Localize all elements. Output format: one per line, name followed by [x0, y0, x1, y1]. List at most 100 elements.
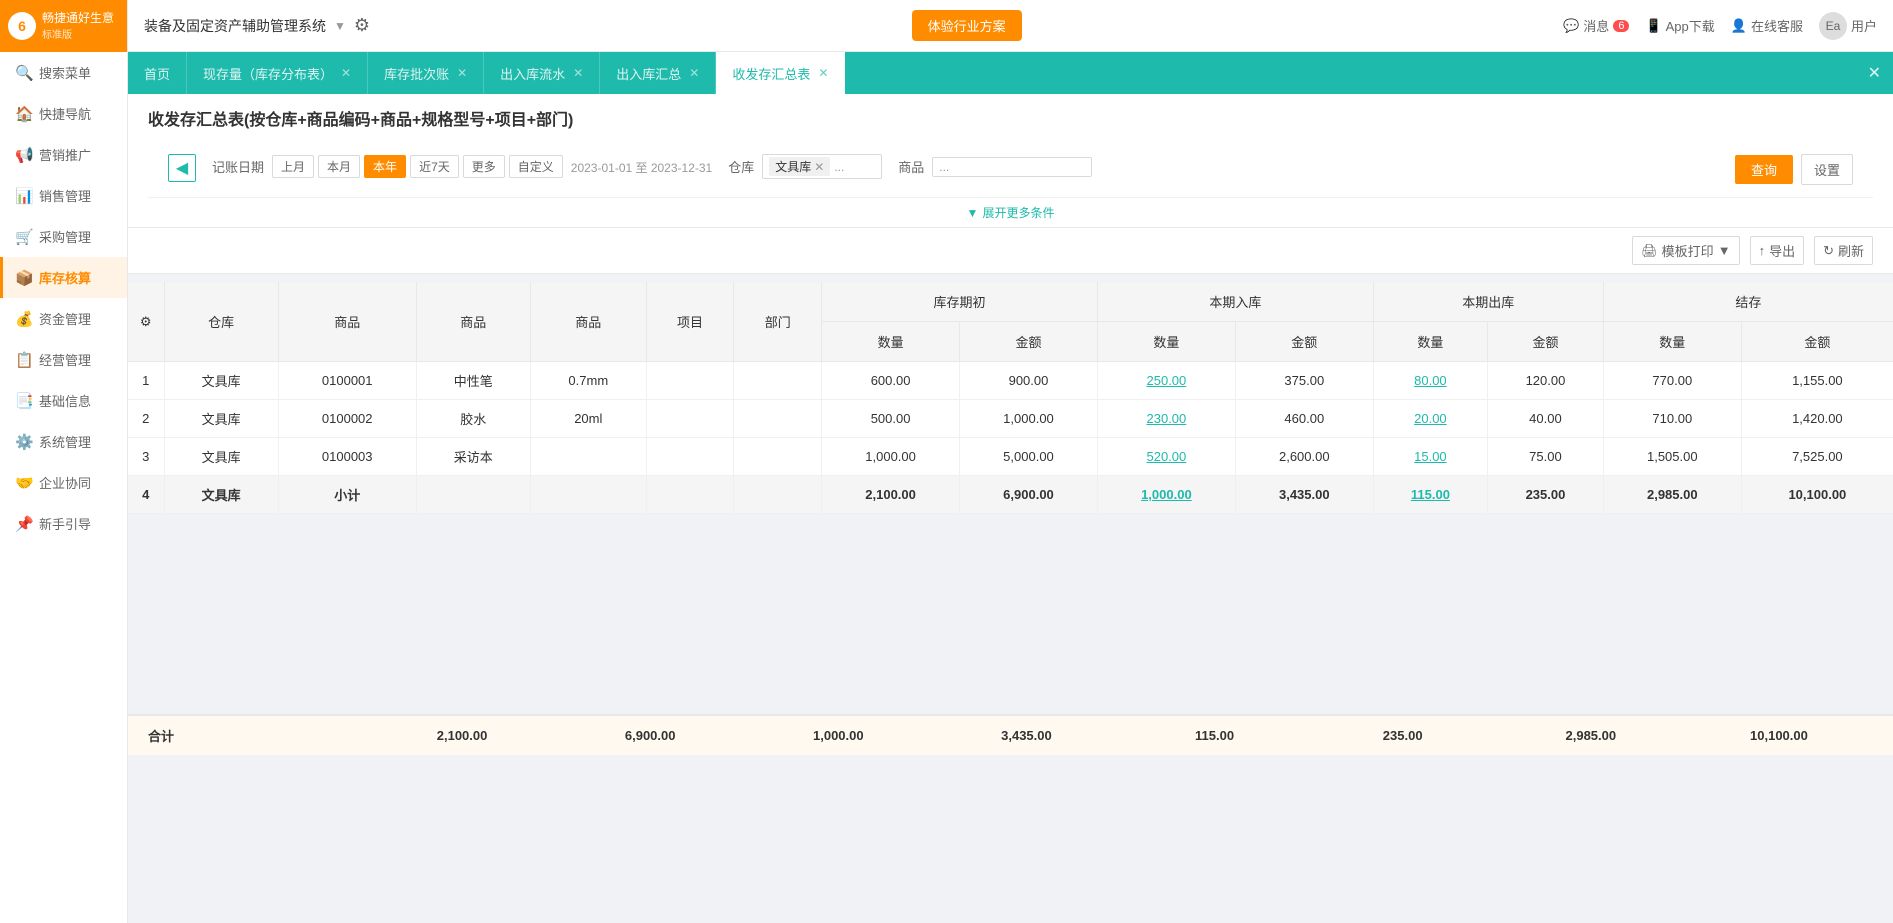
subtotal-empty-spec [416, 476, 530, 514]
sidebar: 6 畅捷通好生意 标准版 🔍 搜索菜单 🏠 快捷导航 📢 营销推广 📊 销售管理… [0, 0, 128, 923]
dropdown-arrow-icon[interactable]: ▼ [334, 19, 346, 33]
date-btn-this-month[interactable]: 本月 [318, 155, 360, 178]
sidebar-item-finance[interactable]: 💰 资金管理 [0, 298, 127, 339]
export-button[interactable]: ↑ 导出 [1750, 236, 1805, 265]
logo-icon: 6 [8, 12, 36, 40]
online-service-action[interactable]: 👤 在线客服 [1731, 16, 1803, 35]
system-name: 装备及固定资产辅助管理系统 [144, 16, 326, 36]
tab-bar-close-icon[interactable]: ✕ [1856, 63, 1893, 83]
subtotal-out-qty[interactable]: 115.00 [1373, 476, 1487, 514]
filter-settings-button[interactable]: 设置 [1801, 154, 1853, 185]
th-beginning: 库存期初 [822, 282, 1098, 322]
product-more-icon[interactable]: ... [939, 160, 949, 174]
query-button[interactable]: 查询 [1735, 155, 1793, 184]
row1-in-qty[interactable]: 250.00 [1097, 362, 1235, 400]
sidebar-item-system[interactable]: ⚙️ 系统管理 [0, 421, 127, 462]
subtotal-in-qty[interactable]: 1,000.00 [1097, 476, 1235, 514]
page-header: 收发存汇总表(按仓库+商品编码+商品+规格型号+项目+部门) ◀ 记账日期 上月… [128, 94, 1893, 228]
row2-in-qty[interactable]: 230.00 [1097, 400, 1235, 438]
sidebar-item-purchase[interactable]: 🛒 采购管理 [0, 216, 127, 257]
trial-button[interactable]: 体验行业方案 [912, 10, 1022, 41]
warehouse-tag-close-icon[interactable]: ✕ [814, 160, 824, 174]
subtotal-bal-qty: 2,985.00 [1603, 476, 1741, 514]
row3-code: 0100003 [278, 438, 416, 476]
sidebar-item-guide[interactable]: 📌 新手引导 [0, 503, 127, 544]
tab-inout-flow[interactable]: 出入库流水 ✕ [484, 52, 600, 94]
date-btn-more[interactable]: 更多 [463, 155, 505, 178]
template-print-button[interactable]: 🖨 模板打印 ▼ [1632, 236, 1739, 265]
row3-beg-amt: 5,000.00 [960, 438, 1098, 476]
sidebar-item-operations[interactable]: 📋 经营管理 [0, 339, 127, 380]
row3-warehouse: 文具库 [164, 438, 278, 476]
date-btn-this-year[interactable]: 本年 [364, 155, 406, 178]
date-btn-custom[interactable]: 自定义 [509, 155, 563, 178]
tab-batch[interactable]: 库存批次账 ✕ [368, 52, 484, 94]
warehouse-more-icon[interactable]: ... [834, 160, 844, 174]
total-out-qty: 115.00 [1121, 728, 1309, 743]
row2-beg-qty: 500.00 [822, 400, 960, 438]
refresh-button[interactable]: ↻ 刷新 [1814, 236, 1873, 265]
row3-bal-amt: 7,525.00 [1741, 438, 1893, 476]
date-btn-last-month[interactable]: 上月 [272, 155, 314, 178]
tab-stock-dist-close-icon[interactable]: ✕ [341, 66, 351, 80]
sidebar-item-inventory[interactable]: 📦 库存核算 [0, 257, 127, 298]
table-row: 1 文具库 0100001 中性笔 0.7mm 600.00 900.00 25… [128, 362, 1893, 400]
table-footer: 合计 2,100.00 6,900.00 1,000.00 3,435.00 1… [128, 714, 1893, 755]
warehouse-tag-container[interactable]: 文具库 ✕ ... [762, 154, 882, 179]
sidebar-item-quick-nav[interactable]: 🏠 快捷导航 [0, 93, 127, 134]
row1-project [646, 362, 734, 400]
subtotal-empty-dept [734, 476, 822, 514]
notification-label: 消息 [1583, 16, 1609, 35]
row1-bal-amt: 1,155.00 [1741, 362, 1893, 400]
sidebar-logo: 6 畅捷通好生意 标准版 [0, 0, 127, 52]
content-spacer [128, 514, 1893, 714]
expand-bar[interactable]: ▼ 展开更多条件 [148, 197, 1873, 227]
tab-stock-dist[interactable]: 现存量（库存分布表） ✕ [187, 52, 368, 94]
table-body: 1 文具库 0100001 中性笔 0.7mm 600.00 900.00 25… [128, 362, 1893, 514]
th-settings[interactable]: ⚙ [128, 282, 164, 362]
row1-out-qty[interactable]: 80.00 [1373, 362, 1487, 400]
row1-beg-amt: 900.00 [960, 362, 1098, 400]
app-download-label: App下载 [1666, 16, 1715, 35]
data-table: ⚙ 仓库 商品 商品 商品 项目 部门 库存期初 本期入库 本期出库 结存 [128, 282, 1893, 514]
sidebar-item-marketing[interactable]: 📢 营销推广 [0, 134, 127, 175]
date-btn-7days[interactable]: 近7天 [410, 155, 459, 178]
filter-row: 记账日期 上月 本月 本年 近7天 更多 自定义 2023-01-01 至 20… [212, 154, 1719, 179]
total-label: 合计 [148, 726, 348, 745]
tab-inout-flow-close-icon[interactable]: ✕ [573, 66, 583, 80]
th-in-amt: 金额 [1235, 322, 1373, 362]
sidebar-label-finance: 资金管理 [39, 309, 91, 328]
sidebar-item-basic-info[interactable]: 📑 基础信息 [0, 380, 127, 421]
settings-icon[interactable]: ⚙ [354, 15, 370, 36]
subtotal-in-amt: 3,435.00 [1235, 476, 1373, 514]
page-title: 收发存汇总表(按仓库+商品编码+商品+规格型号+项目+部门) [148, 106, 1873, 130]
tab-inout-summary[interactable]: 出入库汇总 ✕ [600, 52, 716, 94]
data-table-container: ⚙ 仓库 商品 商品 商品 项目 部门 库存期初 本期入库 本期出库 结存 [128, 282, 1893, 514]
chevron-down-icon: ▼ [1718, 243, 1731, 258]
notification-action[interactable]: 💬 消息 6 [1563, 16, 1629, 35]
total-bal-amt: 10,100.00 [1685, 728, 1873, 743]
app-download-action[interactable]: 📱 App下载 [1645, 16, 1714, 35]
tab-collect-summary[interactable]: 收发存汇总表 ✕ [716, 52, 845, 94]
user-action[interactable]: Ea 用户 [1819, 12, 1877, 40]
sidebar-item-sales[interactable]: 📊 销售管理 [0, 175, 127, 216]
product-filter-label: 商品 [898, 157, 924, 176]
home-icon: 🏠 [15, 105, 33, 123]
tab-collect-summary-close-icon[interactable]: ✕ [818, 66, 828, 80]
document-icon: 📑 [15, 392, 33, 410]
tab-home[interactable]: 首页 [128, 52, 187, 94]
sidebar-item-search[interactable]: 🔍 搜索菜单 [0, 52, 127, 93]
row2-out-qty[interactable]: 20.00 [1373, 400, 1487, 438]
megaphone-icon: 📢 [15, 146, 33, 164]
row3-in-qty[interactable]: 520.00 [1097, 438, 1235, 476]
tab-batch-close-icon[interactable]: ✕ [457, 66, 467, 80]
subtotal-bal-amt: 10,100.00 [1741, 476, 1893, 514]
row3-dept [734, 438, 822, 476]
sidebar-item-collab[interactable]: 🤝 企业协同 [0, 462, 127, 503]
row3-out-qty[interactable]: 15.00 [1373, 438, 1487, 476]
tab-inout-summary-close-icon[interactable]: ✕ [689, 66, 699, 80]
product-tag-container[interactable]: ... [932, 157, 1092, 177]
row3-name: 采访本 [416, 438, 530, 476]
filter-toggle-button[interactable]: ◀ [168, 154, 196, 182]
template-print-label: 模板打印 [1662, 241, 1714, 260]
